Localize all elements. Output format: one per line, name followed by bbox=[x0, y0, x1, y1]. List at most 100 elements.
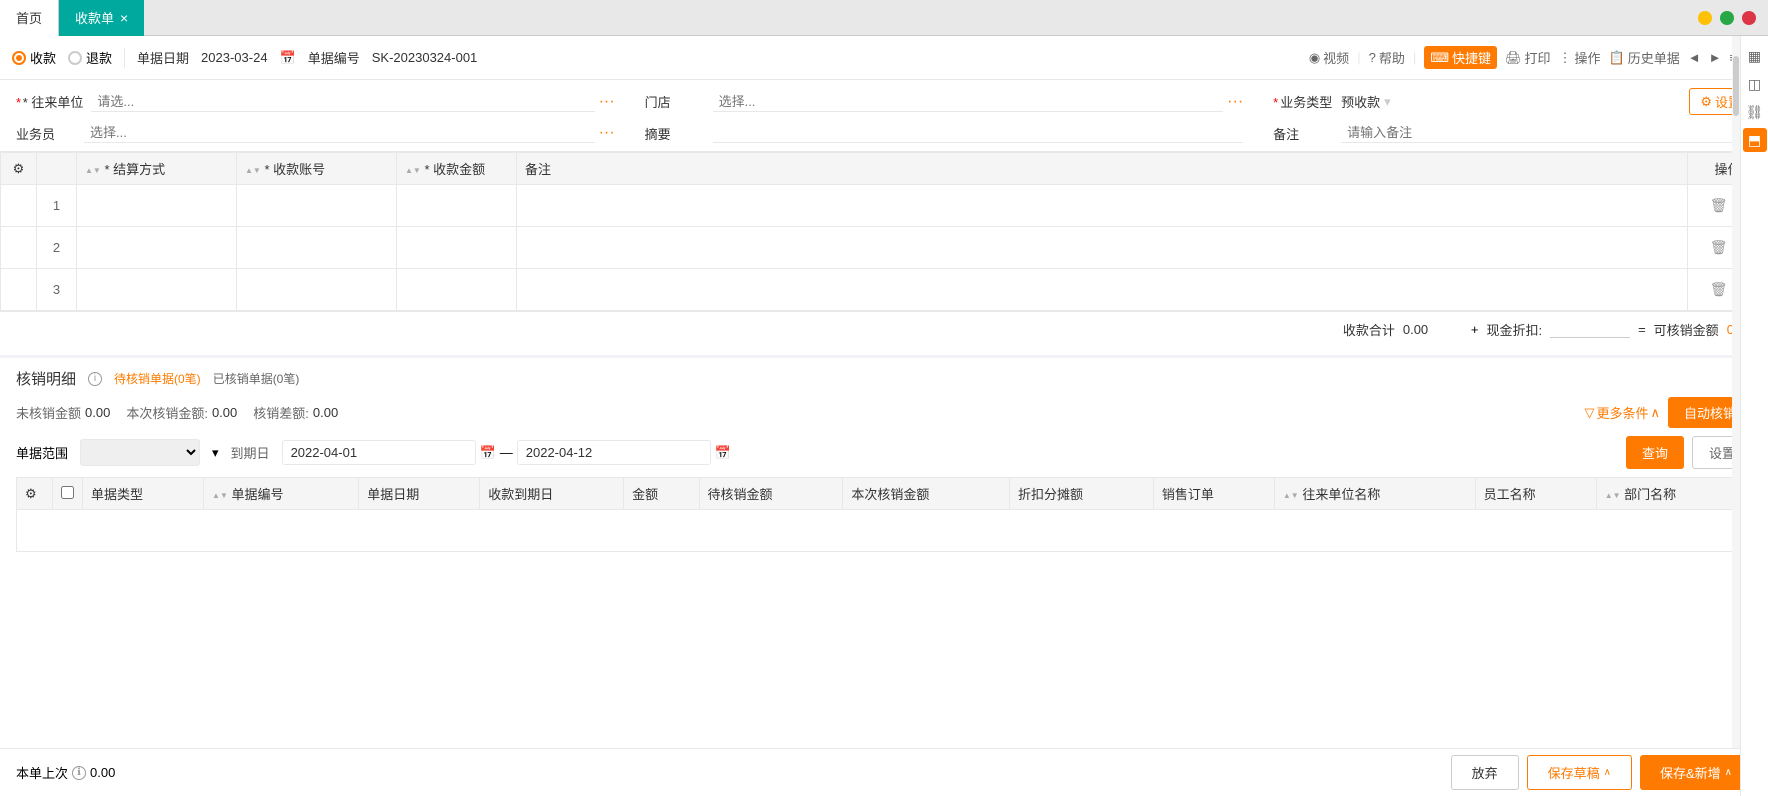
sidebar-icon-2[interactable]: ◫ bbox=[1743, 72, 1767, 96]
delete-icon-3[interactable]: 🗑 bbox=[1710, 281, 1728, 298]
table-row: 3 🗑 ⊕ bbox=[1, 269, 1768, 311]
row-amount-1[interactable] bbox=[397, 185, 517, 227]
bt-store-sort[interactable]: ▲▼ bbox=[1605, 491, 1621, 500]
table-col-notes: 备注 bbox=[517, 153, 1688, 185]
bt-party-sort[interactable]: ▲▼ bbox=[1283, 491, 1299, 500]
help-btn[interactable]: ? 帮助 bbox=[1369, 48, 1405, 67]
scrollbar-area[interactable] bbox=[1732, 36, 1740, 748]
counter-party-field: * * 往来单位 ··· bbox=[16, 92, 615, 112]
row-account-3[interactable] bbox=[237, 269, 397, 311]
store-more-icon[interactable]: ··· bbox=[1227, 93, 1243, 111]
delete-icon-2[interactable]: 🗑 bbox=[1710, 239, 1728, 256]
row-notes-1[interactable] bbox=[517, 185, 1688, 227]
bt-gear-icon[interactable]: ⚙ bbox=[25, 486, 37, 501]
row-account-2[interactable] bbox=[237, 227, 397, 269]
scrollbar-thumb[interactable] bbox=[1733, 56, 1739, 116]
prev-btn[interactable]: ◄ bbox=[1688, 50, 1701, 65]
next-btn[interactable]: ► bbox=[1709, 50, 1722, 65]
bt-col-gear[interactable]: ⚙ bbox=[17, 478, 53, 510]
table-row: 2 🗑 ⊕ bbox=[1, 227, 1768, 269]
close-button[interactable] bbox=[1742, 11, 1756, 25]
amount-sort[interactable]: ▲▼ bbox=[405, 166, 421, 175]
store-input[interactable] bbox=[713, 92, 1224, 112]
tab-pending[interactable]: 待核销单据(0笔) bbox=[114, 370, 201, 387]
business-type-field: *业务类型 预收款 ▾ ⚙ 设置 bbox=[1273, 88, 1752, 115]
row-num-1: 1 bbox=[37, 185, 77, 227]
staff-more-icon[interactable]: ··· bbox=[599, 124, 615, 142]
row-num-3: 3 bbox=[37, 269, 77, 311]
save-draft-button[interactable]: 保存草稿 ∧ bbox=[1527, 755, 1632, 790]
net-label: 可核销金额 bbox=[1654, 320, 1719, 339]
calendar-from-icon[interactable]: 📅 bbox=[480, 445, 496, 461]
row-amount-2[interactable] bbox=[397, 227, 517, 269]
date-to-input[interactable] bbox=[517, 440, 711, 465]
row-amount-3[interactable] bbox=[397, 269, 517, 311]
minimize-button[interactable] bbox=[1698, 11, 1712, 25]
sidebar-icon-1[interactable]: ▦ bbox=[1743, 44, 1767, 68]
radio-tuikuan-dot bbox=[68, 51, 82, 65]
plus-sign: + bbox=[1471, 322, 1479, 337]
print-icon: 🖨 bbox=[1505, 50, 1522, 66]
bt-number-sort[interactable]: ▲▼ bbox=[212, 491, 228, 500]
bt-party-label: 往来单位名称 bbox=[1302, 487, 1380, 502]
date-from-input[interactable] bbox=[282, 440, 476, 465]
range-select[interactable] bbox=[80, 439, 200, 466]
row-notes-2[interactable] bbox=[517, 227, 1688, 269]
row-gear-cell bbox=[1, 185, 37, 227]
summary-field: 摘要 bbox=[645, 123, 1244, 143]
more-filter-btn[interactable]: ▽ 更多条件 ∧ bbox=[1584, 403, 1660, 422]
range-dropdown-icon[interactable]: ▾ bbox=[212, 445, 219, 461]
sidebar-icon-3[interactable]: ⛓ bbox=[1743, 100, 1767, 124]
discount-input[interactable] bbox=[1550, 322, 1630, 338]
store-label: 门店 bbox=[645, 92, 705, 111]
row-settlement-1[interactable] bbox=[77, 185, 237, 227]
business-type-dropdown-icon[interactable]: ▾ bbox=[1384, 94, 1391, 110]
staff-label: 业务员 bbox=[16, 124, 76, 143]
tab-home[interactable]: 首页 bbox=[0, 0, 59, 36]
radio-tuikuan[interactable]: 退款 bbox=[68, 48, 112, 67]
settlement-sort[interactable]: ▲▼ bbox=[85, 166, 101, 175]
row-account-1[interactable] bbox=[237, 185, 397, 227]
equals-sign: = bbox=[1638, 322, 1646, 337]
bt-checkbox-all[interactable] bbox=[61, 486, 74, 499]
table-col-gear[interactable]: ⚙ bbox=[1, 153, 37, 185]
tab-done[interactable]: 已核销单据(0笔) bbox=[213, 370, 300, 387]
history-btn[interactable]: 📋 历史单据 bbox=[1609, 48, 1680, 67]
bottom-info-icon[interactable]: ℹ bbox=[72, 766, 86, 780]
calendar-to-icon[interactable]: 📅 bbox=[715, 445, 731, 461]
bt-col-check[interactable] bbox=[53, 478, 83, 510]
staff-input[interactable] bbox=[84, 123, 595, 143]
settlement-label: * 结算方式 bbox=[104, 162, 165, 177]
row-settlement-2[interactable] bbox=[77, 227, 237, 269]
account-sort[interactable]: ▲▼ bbox=[245, 166, 261, 175]
calendar-icon[interactable]: 📅 bbox=[280, 50, 296, 66]
radio-shoukuan[interactable]: 收款 bbox=[12, 48, 56, 67]
number-field: 单据编号 SK-20230324-001 bbox=[308, 48, 478, 67]
bt-col-staff: 员工名称 bbox=[1475, 478, 1596, 510]
sidebar-icon-4[interactable]: ⬒ bbox=[1743, 128, 1767, 152]
video-icon: ◉ bbox=[1309, 50, 1320, 66]
counter-party-input[interactable] bbox=[91, 92, 594, 112]
operation-btn[interactable]: ⋮ 操作 bbox=[1559, 48, 1601, 67]
delete-icon-1[interactable]: 🗑 bbox=[1710, 197, 1728, 214]
tab-shoukuan-label: 收款单 bbox=[75, 8, 114, 27]
video-btn[interactable]: ◉ 视频 bbox=[1309, 48, 1349, 67]
print-btn[interactable]: 🖨 打印 bbox=[1505, 48, 1551, 67]
row-notes-3[interactable] bbox=[517, 269, 1688, 311]
tab-shoukuan[interactable]: 收款单 × bbox=[59, 0, 144, 36]
amount-label: * 收款金额 bbox=[424, 162, 485, 177]
table-section: ⚙ ▲▼ * 结算方式 ▲▼ * 收款账号 ▲▼ bbox=[0, 152, 1768, 311]
summary-input[interactable] bbox=[713, 123, 1244, 143]
verify-info-icon[interactable]: i bbox=[88, 372, 102, 386]
maximize-button[interactable] bbox=[1720, 11, 1734, 25]
save-new-button[interactable]: 保存&新增 ∧ bbox=[1640, 755, 1752, 790]
shortcut-btn[interactable]: ⌨ 快捷键 bbox=[1424, 46, 1497, 69]
counter-party-more-icon[interactable]: ··· bbox=[599, 93, 615, 111]
abandon-button[interactable]: 放弃 bbox=[1451, 755, 1519, 790]
items-table: ⚙ ▲▼ * 结算方式 ▲▼ * 收款账号 ▲▼ bbox=[0, 152, 1768, 311]
gear-icon[interactable]: ⚙ bbox=[13, 161, 25, 176]
query-btn[interactable]: 查询 bbox=[1626, 436, 1684, 469]
row-settlement-3[interactable] bbox=[77, 269, 237, 311]
tab-close-icon[interactable]: × bbox=[120, 10, 128, 26]
notes-input[interactable] bbox=[1341, 123, 1752, 143]
